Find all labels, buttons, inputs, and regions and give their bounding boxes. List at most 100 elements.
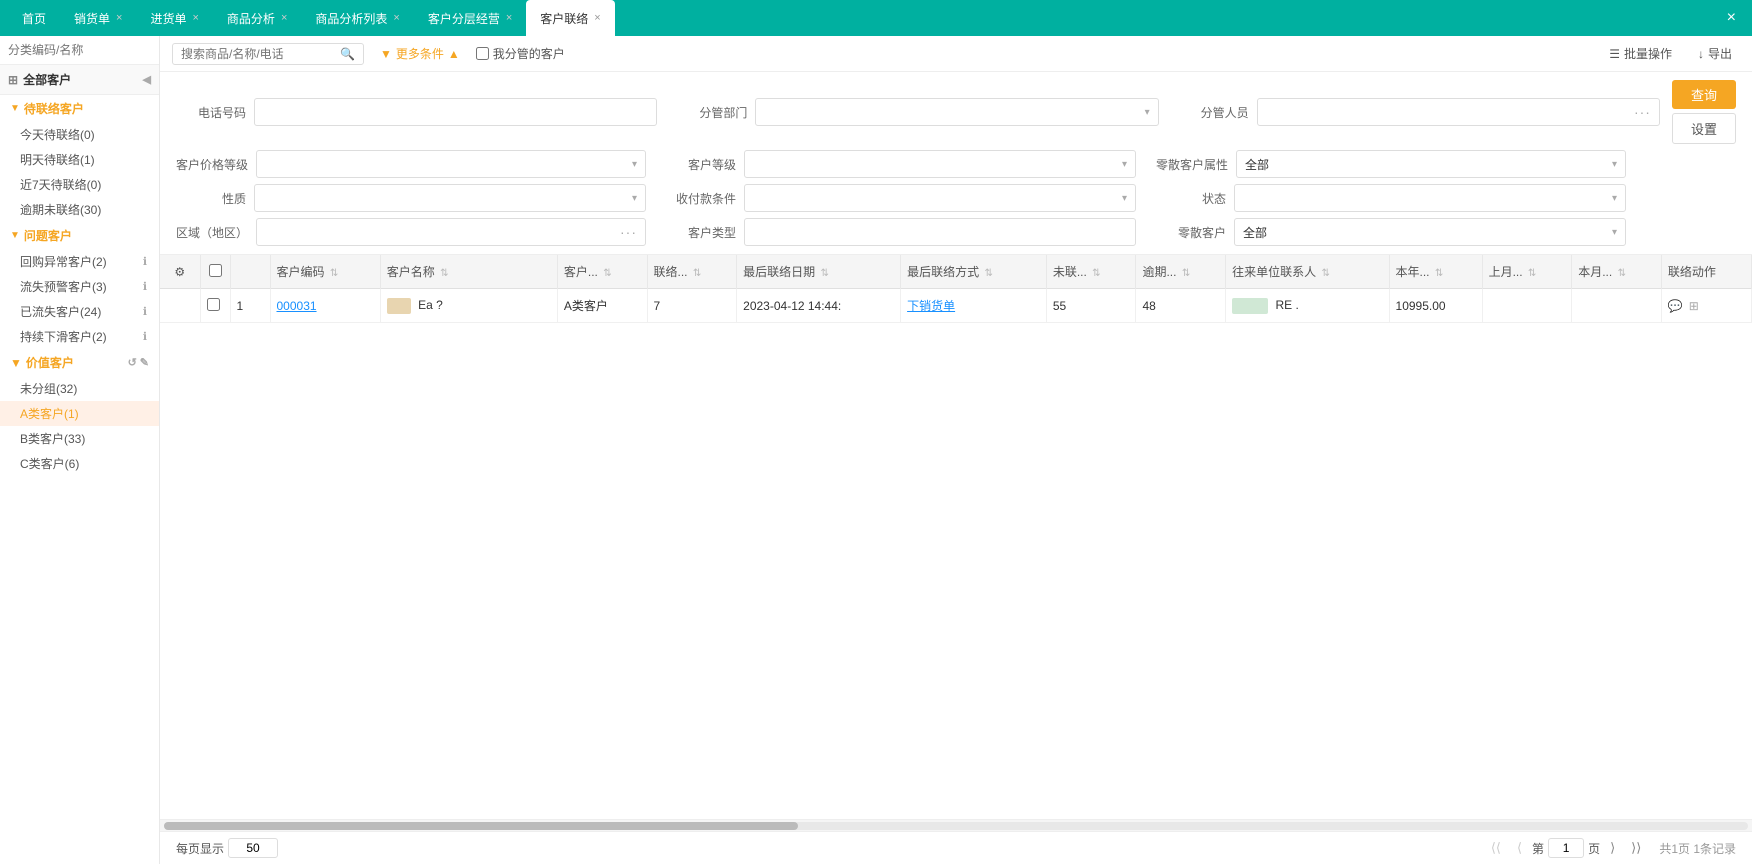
sidebar-item-repurchase[interactable]: 回购异常客户(2) ℹ bbox=[0, 249, 159, 274]
filter-dept-label: 分管部门 bbox=[677, 104, 747, 121]
check-col-header[interactable] bbox=[200, 255, 230, 289]
nav-home[interactable]: 首页 bbox=[8, 0, 60, 36]
filter-retail-label: 零散客户 bbox=[1156, 224, 1226, 241]
sidebar-group-value[interactable]: ▼ 价值客户 ↺ ✎ bbox=[0, 349, 159, 376]
sidebar-item-churn-warning[interactable]: 流失预警客户(3) ℹ bbox=[0, 274, 159, 299]
filter-retail-attr-select[interactable]: 全部 ▾ bbox=[1236, 150, 1626, 178]
filter-customer-type-input[interactable] bbox=[744, 218, 1136, 246]
sidebar-item-c-class[interactable]: C类客户(6) bbox=[0, 451, 159, 476]
unit-contact-col-header[interactable]: 往来单位联系人 ⇅ bbox=[1226, 255, 1389, 289]
main-search-input[interactable] bbox=[181, 47, 336, 61]
nav-product-analysis[interactable]: 商品分析 × bbox=[213, 0, 301, 36]
close-purchase-icon[interactable]: × bbox=[192, 12, 198, 24]
filter-customer-level-select[interactable]: ▾ bbox=[744, 150, 1136, 178]
close-product-list-icon[interactable]: × bbox=[393, 12, 399, 24]
this-month-col-header[interactable]: 本月... ⇅ bbox=[1572, 255, 1662, 289]
filter-price-select[interactable]: ▾ bbox=[256, 150, 646, 178]
comment-icon[interactable]: 💬 bbox=[1668, 299, 1683, 313]
sort-icon-overdue: ⇅ bbox=[1182, 268, 1190, 279]
main-search-icon[interactable]: 🔍 bbox=[340, 47, 355, 61]
edit-icon[interactable]: ✎ bbox=[140, 356, 149, 369]
filter-manager-label: 分管人员 bbox=[1179, 104, 1249, 121]
my-customer-checkbox-area[interactable]: 我分管的客户 bbox=[476, 45, 565, 62]
nav-sales[interactable]: 销货单 × bbox=[60, 0, 136, 36]
filter-dept-select[interactable]: ▾ bbox=[755, 98, 1158, 126]
name-col-header[interactable]: 客户名称 ⇅ bbox=[380, 255, 557, 289]
last-month-col-header[interactable]: 上月... ⇅ bbox=[1482, 255, 1572, 289]
more-filter-button[interactable]: ▼ 更多条件 ▲ bbox=[372, 42, 468, 65]
filter-panel: 电话号码 分管部门 ▾ 分管人员 ··· bbox=[160, 72, 1752, 255]
sidebar-item-overdue[interactable]: 逾期未联络(30) bbox=[0, 197, 159, 222]
close-all-button[interactable]: × bbox=[1719, 9, 1744, 27]
level-col-header[interactable]: 客户... ⇅ bbox=[557, 255, 647, 289]
main-search-box[interactable]: 🔍 bbox=[172, 43, 364, 65]
sidebar-item-churned[interactable]: 已流失客户(24) ℹ bbox=[0, 299, 159, 324]
filter-manager-input[interactable]: ··· bbox=[1257, 98, 1660, 126]
first-page-button[interactable]: ⟨⟨ bbox=[1485, 838, 1507, 858]
not-contact-col-header[interactable]: 未联... ⇅ bbox=[1046, 255, 1136, 289]
close-customer-contact-icon[interactable]: × bbox=[594, 12, 600, 24]
next-page-button[interactable]: ⟩ bbox=[1604, 838, 1621, 858]
sidebar-search-box[interactable]: 🔍 bbox=[0, 36, 159, 65]
sidebar-item-a-class[interactable]: A类客户(1) bbox=[0, 401, 159, 426]
last-method-cell[interactable]: 下销货单 bbox=[901, 289, 1047, 323]
page-size-input[interactable] bbox=[228, 838, 278, 858]
set-button[interactable]: 设置 bbox=[1672, 113, 1736, 144]
filter-payment-select[interactable]: ▾ bbox=[744, 184, 1136, 212]
close-product-analysis-icon[interactable]: × bbox=[281, 12, 287, 24]
batch-op-button[interactable]: ☰ 批量操作 bbox=[1601, 42, 1680, 65]
code-col-header[interactable]: 客户编码 ⇅ bbox=[270, 255, 380, 289]
this-year-col-header[interactable]: 本年... ⇅ bbox=[1389, 255, 1482, 289]
this-month-cell bbox=[1572, 289, 1662, 323]
filter-status-label: 状态 bbox=[1156, 190, 1226, 207]
scrollbar-thumb[interactable] bbox=[164, 822, 798, 830]
select-all-checkbox[interactable] bbox=[209, 264, 222, 277]
query-button[interactable]: 查询 bbox=[1672, 80, 1736, 109]
page-number-input[interactable] bbox=[1548, 838, 1584, 858]
customer-code-link[interactable]: 000031 bbox=[277, 299, 317, 313]
export-button[interactable]: ↓ 导出 bbox=[1690, 42, 1740, 65]
filter-region: 区域（地区） ··· bbox=[176, 218, 646, 246]
sidebar-group-pending[interactable]: ▼ 待联络客户 bbox=[0, 95, 159, 122]
filter-price-level: 客户价格等级 ▾ bbox=[176, 150, 646, 178]
last-method-col-header[interactable]: 最后联络方式 ⇅ bbox=[901, 255, 1047, 289]
filter-region-label: 区域（地区） bbox=[176, 224, 248, 241]
horizontal-scrollbar[interactable] bbox=[160, 819, 1752, 831]
last-method-link[interactable]: 下销货单 bbox=[907, 299, 955, 313]
menu-icon[interactable]: ⊞ bbox=[1689, 299, 1699, 313]
nav-customer-segment[interactable]: 客户分层经营 × bbox=[414, 0, 526, 36]
close-customer-segment-icon[interactable]: × bbox=[506, 12, 512, 24]
sidebar-item-declining[interactable]: 持续下滑客户(2) ℹ bbox=[0, 324, 159, 349]
sidebar-all-customers[interactable]: ⊞ 全部客户 ◀ bbox=[0, 65, 159, 95]
refresh-icon[interactable]: ↺ bbox=[128, 356, 137, 369]
sidebar-group-problem[interactable]: ▼ 问题客户 bbox=[0, 222, 159, 249]
filter-region-input[interactable]: ··· bbox=[256, 218, 646, 246]
sidebar-item-tomorrow[interactable]: 明天待联络(1) bbox=[0, 147, 159, 172]
sidebar-item-b-class[interactable]: B类客户(33) bbox=[0, 426, 159, 451]
code-cell[interactable]: 000031 bbox=[270, 289, 380, 323]
filter-nature-select[interactable]: ▾ bbox=[254, 184, 646, 212]
my-customer-checkbox[interactable] bbox=[476, 47, 489, 60]
filter-phone-input[interactable] bbox=[254, 98, 657, 126]
sidebar-item-today[interactable]: 今天待联络(0) bbox=[0, 122, 159, 147]
sidebar-item-7days[interactable]: 近7天待联络(0) bbox=[0, 172, 159, 197]
overdue-col-header[interactable]: 逾期... ⇅ bbox=[1136, 255, 1226, 289]
last-page-button[interactable]: ⟩⟩ bbox=[1625, 838, 1647, 858]
row-checkbox[interactable] bbox=[207, 298, 220, 311]
nav-product-analysis-list[interactable]: 商品分析列表 × bbox=[301, 0, 413, 36]
filter-status-select[interactable]: ▾ bbox=[1234, 184, 1626, 212]
prev-page-button[interactable]: ⟨ bbox=[1511, 838, 1528, 858]
sidebar-item-ungrouped[interactable]: 未分组(32) bbox=[0, 376, 159, 401]
check-cell[interactable] bbox=[200, 289, 230, 323]
nav-purchase[interactable]: 进货单 × bbox=[136, 0, 212, 36]
filter-retail-select[interactable]: 全部 ▾ bbox=[1234, 218, 1626, 246]
gear-col-header[interactable]: ⚙ bbox=[160, 255, 200, 289]
sidebar-search-input[interactable] bbox=[8, 43, 160, 57]
export-icon: ↓ bbox=[1698, 47, 1704, 61]
close-sales-icon[interactable]: × bbox=[116, 12, 122, 24]
action-icons: 💬 ⊞ bbox=[1668, 299, 1745, 313]
last-date-col-header[interactable]: 最后联络日期 ⇅ bbox=[737, 255, 901, 289]
name-cell: Ea ? bbox=[380, 289, 557, 323]
nav-customer-contact[interactable]: 客户联络 × bbox=[526, 0, 614, 36]
contact-col-header[interactable]: 联络... ⇅ bbox=[647, 255, 737, 289]
